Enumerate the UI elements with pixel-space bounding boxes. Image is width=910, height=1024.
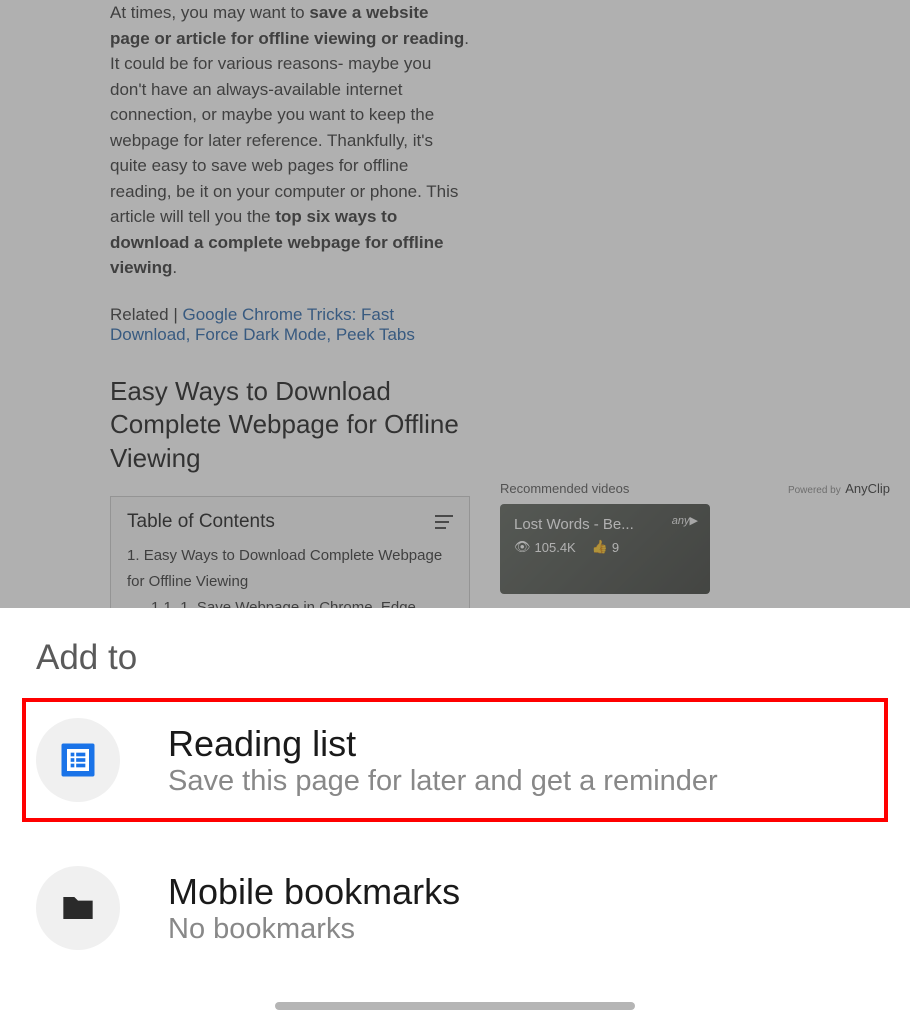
sheet-title: Add to (0, 638, 910, 698)
reading-list-icon (36, 718, 120, 802)
modal-overlay[interactable] (0, 0, 910, 608)
option-subtitle: No bookmarks (168, 913, 460, 946)
option-title: Mobile bookmarks (168, 871, 460, 913)
option-title: Reading list (168, 723, 718, 765)
folder-icon (36, 866, 120, 950)
home-indicator[interactable] (275, 1002, 635, 1010)
option-mobile-bookmarks[interactable]: Mobile bookmarks No bookmarks (0, 850, 910, 966)
add-to-sheet: Add to Reading list Save this page for l… (0, 608, 910, 1024)
option-subtitle: Save this page for later and get a remin… (168, 765, 718, 798)
option-reading-list[interactable]: Reading list Save this page for later an… (22, 698, 888, 822)
